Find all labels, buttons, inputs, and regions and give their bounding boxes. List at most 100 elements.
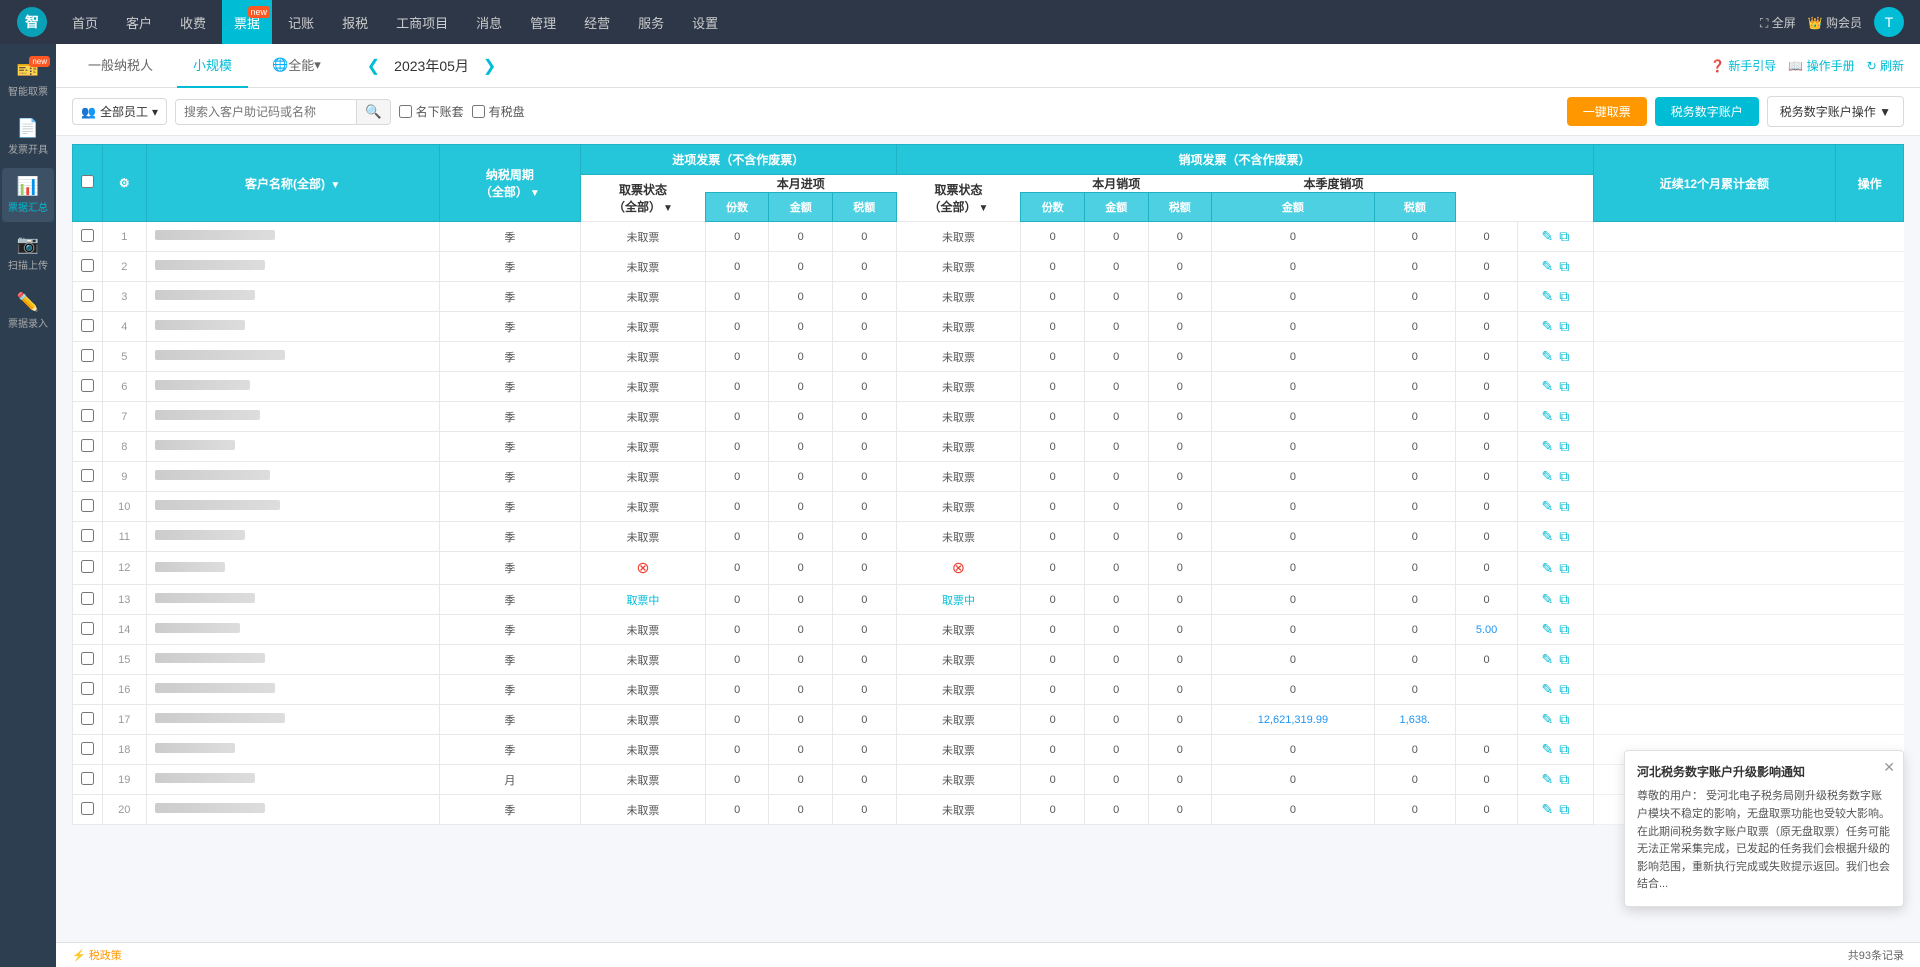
search-button[interactable]: 🔍 (356, 100, 390, 124)
nav-client[interactable]: 客户 (114, 0, 164, 44)
row-checkbox[interactable] (81, 682, 94, 695)
row-checkbox[interactable] (81, 409, 94, 422)
row-checkbox[interactable] (81, 560, 94, 573)
copy-action-btn[interactable]: ⧉ (1559, 560, 1569, 577)
row-checkbox[interactable] (81, 592, 94, 605)
sidebar-item-invoice-summary[interactable]: 📊 票据汇总 (2, 168, 54, 222)
nav-manage[interactable]: 管理 (518, 0, 568, 44)
row-checkbox[interactable] (81, 229, 94, 242)
employee-select[interactable]: 👥 全部员工 ▾ (72, 98, 167, 125)
nav-operation[interactable]: 经营 (572, 0, 622, 44)
edit-action-btn[interactable]: ✎ (1542, 318, 1554, 335)
header-output-status[interactable]: 取票状态（全部）▼ (896, 175, 1021, 222)
tab-all-capable[interactable]: 🌐 全能 ▾ (256, 44, 337, 88)
edit-action-btn[interactable]: ✎ (1542, 528, 1554, 545)
under-account-checkbox[interactable] (399, 105, 412, 118)
prev-period-btn[interactable]: ❮ (361, 54, 386, 78)
fullscreen-btn[interactable]: ⛶ 全屏 (1760, 14, 1796, 31)
row-checkbox[interactable] (81, 742, 94, 755)
next-period-btn[interactable]: ❯ (477, 54, 502, 78)
row-checkbox[interactable] (81, 319, 94, 332)
edit-action-btn[interactable]: ✎ (1542, 348, 1554, 365)
header-tax-period[interactable]: 纳税周期（全部）▼ (439, 145, 580, 222)
edit-action-btn[interactable]: ✎ (1542, 258, 1554, 275)
tab-general-taxpayer[interactable]: 一般纳税人 (72, 44, 169, 88)
row-checkbox[interactable] (81, 772, 94, 785)
edit-action-btn[interactable]: ✎ (1542, 560, 1554, 577)
copy-action-btn[interactable]: ⧉ (1559, 348, 1569, 365)
row-checkbox[interactable] (81, 802, 94, 815)
edit-action-btn[interactable]: ✎ (1542, 711, 1554, 728)
edit-action-btn[interactable]: ✎ (1542, 468, 1554, 485)
tab-small-scale[interactable]: 小规模 (177, 44, 248, 88)
copy-action-btn[interactable]: ⧉ (1559, 741, 1569, 758)
edit-action-btn[interactable]: ✎ (1542, 741, 1554, 758)
member-btn[interactable]: 👑 购会员 (1808, 14, 1862, 31)
row-checkbox[interactable] (81, 622, 94, 635)
edit-action-btn[interactable]: ✎ (1542, 621, 1554, 638)
tax-policy-link[interactable]: ⚡ 税政策 (72, 947, 122, 963)
nav-invoice[interactable]: 票据 new (222, 0, 272, 44)
edit-action-btn[interactable]: ✎ (1542, 408, 1554, 425)
copy-action-btn[interactable]: ⧉ (1559, 681, 1569, 698)
row-checkbox[interactable] (81, 349, 94, 362)
nav-tax[interactable]: 报税 (330, 0, 380, 44)
nav-business[interactable]: 工商项目 (384, 0, 460, 44)
tax-digital-operations-btn[interactable]: 税务数字账户操作 ▼ (1767, 96, 1904, 127)
copy-action-btn[interactable]: ⧉ (1559, 591, 1569, 608)
nav-settings[interactable]: 设置 (680, 0, 730, 44)
row-checkbox[interactable] (81, 499, 94, 512)
row-checkbox[interactable] (81, 529, 94, 542)
sidebar-item-scan-upload[interactable]: 📷 扫描上传 (2, 226, 54, 280)
has-tax-disk-checkbox[interactable] (472, 105, 485, 118)
notification-close-btn[interactable]: ✕ (1883, 759, 1895, 776)
has-tax-disk-filter[interactable]: 有税盘 (472, 103, 525, 120)
copy-action-btn[interactable]: ⧉ (1559, 528, 1569, 545)
sidebar-item-invoice-entry[interactable]: ✏️ 票据录入 (2, 284, 54, 338)
copy-action-btn[interactable]: ⧉ (1559, 378, 1569, 395)
nav-home[interactable]: 首页 (60, 0, 110, 44)
under-account-filter[interactable]: 名下账套 (399, 103, 464, 120)
nav-fee[interactable]: 收费 (168, 0, 218, 44)
nav-message[interactable]: 消息 (464, 0, 514, 44)
row-checkbox[interactable] (81, 379, 94, 392)
copy-action-btn[interactable]: ⧉ (1559, 468, 1569, 485)
edit-action-btn[interactable]: ✎ (1542, 378, 1554, 395)
copy-action-btn[interactable]: ⧉ (1559, 318, 1569, 335)
edit-action-btn[interactable]: ✎ (1542, 771, 1554, 788)
search-input[interactable] (176, 101, 356, 123)
copy-action-btn[interactable]: ⧉ (1559, 801, 1569, 818)
new-guide-link[interactable]: ❓ 新手引导 (1710, 57, 1776, 74)
row-checkbox[interactable] (81, 652, 94, 665)
nav-service[interactable]: 服务 (626, 0, 676, 44)
row-checkbox[interactable] (81, 439, 94, 452)
copy-action-btn[interactable]: ⧉ (1559, 711, 1569, 728)
select-all-checkbox[interactable] (81, 175, 94, 188)
header-input-status[interactable]: 取票状态（全部）▼ (581, 175, 706, 222)
copy-action-btn[interactable]: ⧉ (1559, 621, 1569, 638)
tax-digital-account-btn[interactable]: 税务数字账户 (1655, 97, 1759, 126)
manual-link[interactable]: 📖 操作手册 (1788, 57, 1854, 74)
edit-action-btn[interactable]: ✎ (1542, 681, 1554, 698)
header-client-name[interactable]: 客户名称(全部) ▼ (146, 145, 439, 222)
nav-accounting[interactable]: 记账 (276, 0, 326, 44)
one-click-ticket-btn[interactable]: 一键取票 (1567, 97, 1647, 126)
edit-action-btn[interactable]: ✎ (1542, 438, 1554, 455)
sidebar-item-invoice-open[interactable]: 📄 发票开具 (2, 110, 54, 164)
sidebar-item-smart-ticket[interactable]: new 🎫 智能取票 (2, 52, 54, 106)
user-avatar[interactable]: T (1874, 7, 1904, 37)
copy-action-btn[interactable]: ⧉ (1559, 651, 1569, 668)
copy-action-btn[interactable]: ⧉ (1559, 771, 1569, 788)
copy-action-btn[interactable]: ⧉ (1559, 438, 1569, 455)
edit-action-btn[interactable]: ✎ (1542, 288, 1554, 305)
row-checkbox[interactable] (81, 289, 94, 302)
row-checkbox[interactable] (81, 259, 94, 272)
row-checkbox[interactable] (81, 469, 94, 482)
copy-action-btn[interactable]: ⧉ (1559, 498, 1569, 515)
edit-action-btn[interactable]: ✎ (1542, 498, 1554, 515)
edit-action-btn[interactable]: ✎ (1542, 591, 1554, 608)
copy-action-btn[interactable]: ⧉ (1559, 408, 1569, 425)
edit-action-btn[interactable]: ✎ (1542, 801, 1554, 818)
copy-action-btn[interactable]: ⧉ (1559, 228, 1569, 245)
copy-action-btn[interactable]: ⧉ (1559, 288, 1569, 305)
